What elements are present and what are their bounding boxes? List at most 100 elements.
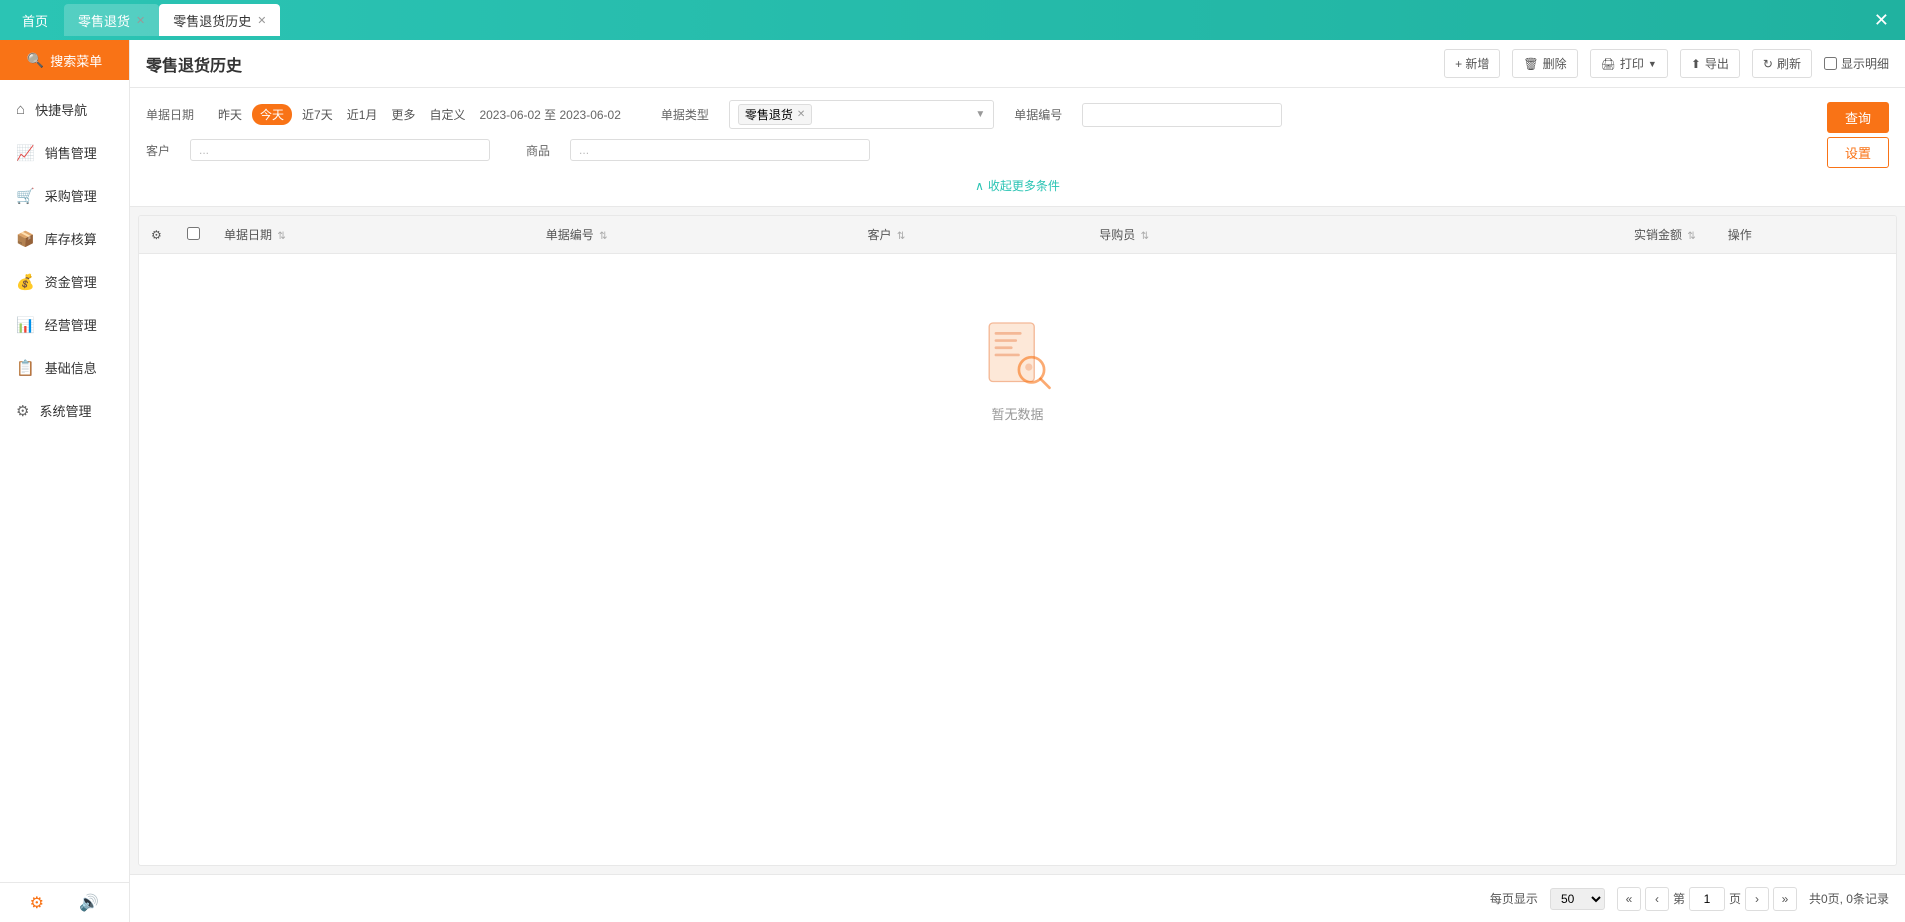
table-header: ⚙ 单据日期 ⇅ 单据编号 ⇅ [139,216,1896,254]
doc-type-chevron-icon: ▼ [975,109,985,120]
right-buttons: 查询 设置 [1827,102,1889,168]
th-guide[interactable]: 导购员 ⇅ [1087,216,1364,254]
sidebar-item-basic-info[interactable]: 📋 基础信息 [0,346,129,389]
finance-icon: 💰 [16,273,35,291]
sidebar: 🔍 搜索菜单 ⌂ 快捷导航 📈 销售管理 🛒 采购管理 📦 库存核算 💰 [0,40,130,922]
query-button-label: 查询 [1845,111,1871,126]
collapse-filter-button[interactable]: ∧ 收起更多条件 [975,177,1060,194]
empty-state: 暂无数据 [139,254,1896,483]
show-detail-label: 显示明细 [1841,55,1889,72]
data-table: ⚙ 单据日期 ⇅ 单据编号 ⇅ [139,216,1896,254]
date-opt-custom[interactable]: 自定义 [425,104,469,125]
first-page-button[interactable]: « [1617,887,1641,911]
new-button[interactable]: + 新增 [1444,49,1500,78]
filter-row-2: 客户 ... 商品 ... [146,139,1811,161]
tab-retail-return-close[interactable]: ✕ [136,14,145,27]
select-all-checkbox[interactable] [187,227,200,240]
show-detail-checkbox-label[interactable]: 显示明细 [1824,55,1889,72]
th-customer-label: 客户 [868,228,892,242]
th-date[interactable]: 单据日期 ⇅ [212,216,534,254]
total-records-label: 共0页, 0条记录 [1809,890,1889,907]
th-doc-no-label: 单据编号 [546,228,594,242]
per-page-select[interactable]: 50 10 20 100 [1550,888,1605,910]
prev-page-button[interactable]: ‹ [1645,887,1669,911]
delete-icon: 🗑 [1523,57,1538,71]
table-area: ⚙ 单据日期 ⇅ 单据编号 ⇅ [138,215,1897,866]
th-doc-no[interactable]: 单据编号 ⇅ [534,216,856,254]
page-actions: + 新增 🗑 删除 🖨 打印 ▼ ⬆ 导出 ↻ 刷新 [1444,49,1889,78]
print-icon: 🖨 [1601,57,1616,71]
th-settings: ⚙ [139,216,175,254]
table-settings-icon[interactable]: ⚙ [151,228,162,242]
chevron-up-icon: ∧ [975,179,984,193]
page-number-input[interactable] [1689,887,1725,911]
date-opt-7days[interactable]: 近7天 [298,104,337,125]
export-button-label: 导出 [1705,55,1729,72]
filter-row-1: 单据日期 昨天 今天 近7天 近1月 更多 自定义 2023-06-02 至 2… [146,100,1811,129]
tab-home-label: 首页 [22,11,48,30]
sales-icon: 📈 [16,144,35,162]
window-close-button[interactable]: ✕ [1866,10,1897,31]
tab-retail-return[interactable]: 零售退货 ✕ [64,4,159,36]
sidebar-item-label: 经营管理 [45,315,97,334]
th-date-label: 单据日期 [224,228,272,242]
date-opt-yesterday[interactable]: 昨天 [214,104,246,125]
sidebar-search[interactable]: 🔍 搜索菜单 [0,40,129,80]
date-opt-1month[interactable]: 近1月 [343,104,382,125]
settings-footer-icon[interactable]: ⚙ [30,893,44,913]
query-button[interactable]: 查询 [1827,102,1889,133]
sidebar-nav: ⌂ 快捷导航 📈 销售管理 🛒 采购管理 📦 库存核算 💰 资金管理 📊 [0,80,129,882]
doc-type-select[interactable]: 零售退货 ✕ ▼ [729,100,994,129]
th-amount[interactable]: 实销金额 ⇅ [1364,216,1716,254]
goods-placeholder: ... [579,143,589,157]
customer-sort-icon: ⇅ [897,231,905,242]
volume-footer-icon[interactable]: 🔊 [79,893,99,913]
sidebar-search-label: 搜索菜单 [50,51,102,70]
customer-placeholder: ... [199,143,209,157]
doc-type-input[interactable] [816,108,971,122]
sidebar-item-purchase[interactable]: 🛒 采购管理 [0,174,129,217]
operations-icon: 📊 [16,316,35,334]
th-checkbox [175,216,212,254]
next-page-button[interactable]: › [1745,887,1769,911]
date-opt-more[interactable]: 更多 [387,104,419,125]
tab-retail-return-history-label: 零售退货历史 [173,11,251,30]
home-icon: ⌂ [16,101,25,118]
show-detail-checkbox[interactable] [1824,57,1837,70]
tab-retail-return-history-close[interactable]: ✕ [257,14,266,27]
sidebar-item-operations[interactable]: 📊 经营管理 [0,303,129,346]
goods-select[interactable]: ... [570,139,870,161]
search-icon: 🔍 [27,52,44,69]
settings-filter-button[interactable]: 设置 [1827,137,1889,168]
delete-button[interactable]: 🗑 删除 [1512,49,1577,78]
basic-info-icon: 📋 [16,359,35,377]
print-button-label: 打印 [1620,55,1644,72]
doc-no-input[interactable] [1082,103,1282,127]
sidebar-item-inventory[interactable]: 📦 库存核算 [0,217,129,260]
last-page-button[interactable]: » [1773,887,1797,911]
th-customer[interactable]: 客户 ⇅ [856,216,1088,254]
sidebar-item-finance[interactable]: 💰 资金管理 [0,260,129,303]
tab-retail-return-history[interactable]: 零售退货历史 ✕ [159,4,280,36]
print-button[interactable]: 🖨 打印 ▼ [1590,49,1668,78]
main-layout: 🔍 搜索菜单 ⌂ 快捷导航 📈 销售管理 🛒 采购管理 📦 库存核算 💰 [0,40,1905,922]
sidebar-item-label: 基础信息 [45,358,97,377]
date-opt-today[interactable]: 今天 [252,104,292,125]
goods-filter-label: 商品 [526,142,550,159]
refresh-button[interactable]: ↻ 刷新 [1752,49,1812,78]
date-options: 昨天 今天 近7天 近1月 更多 自定义 2023-06-02 至 2023-0… [214,104,621,125]
refresh-icon: ↻ [1763,57,1773,71]
sidebar-item-sales[interactable]: 📈 销售管理 [0,131,129,174]
new-button-label: + 新增 [1455,55,1489,72]
print-chevron-icon: ▼ [1648,59,1657,69]
sidebar-item-system[interactable]: ⚙ 系统管理 [0,389,129,432]
sidebar-item-quick-nav[interactable]: ⌂ 快捷导航 [0,88,129,131]
refresh-button-label: 刷新 [1777,55,1801,72]
tab-home[interactable]: 首页 [8,4,62,36]
filter-area: 单据日期 昨天 今天 近7天 近1月 更多 自定义 2023-06-02 至 2… [130,88,1905,207]
settings-filter-label: 设置 [1845,146,1871,161]
customer-select[interactable]: ... [190,139,490,161]
doc-type-tag-close[interactable]: ✕ [797,109,805,120]
export-button[interactable]: ⬆ 导出 [1680,49,1740,78]
doc-type-filter-label: 单据类型 [661,106,709,123]
